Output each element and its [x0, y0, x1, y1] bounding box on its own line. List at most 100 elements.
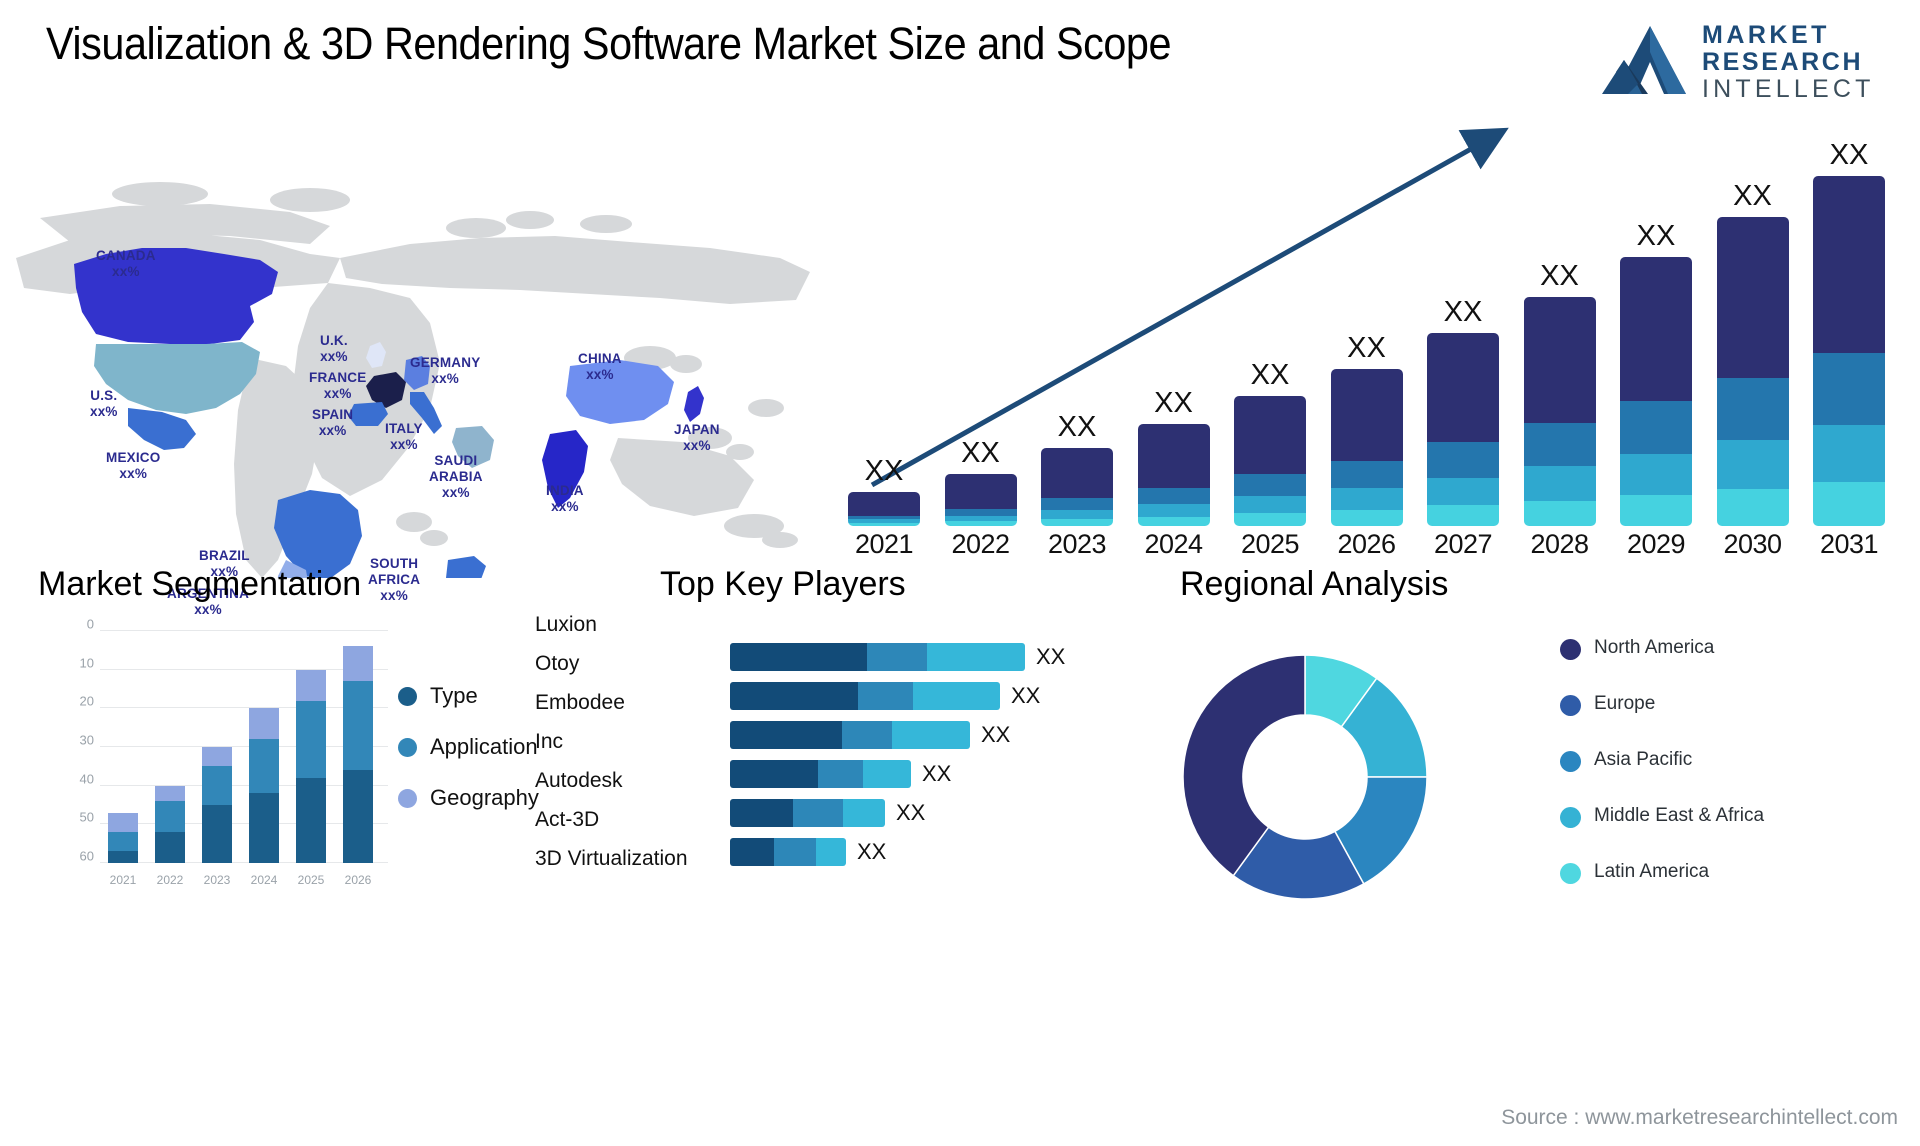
forecast-bar[interactable] [1620, 257, 1692, 526]
segmentation-x-tick: 2026 [344, 873, 372, 887]
forecast-year-label: 2031 [1819, 529, 1879, 559]
legend-label: Geography [430, 785, 539, 810]
forecast-bar-segment [1716, 439, 1789, 490]
forecast-bar-segment [1137, 504, 1210, 517]
player-bar-segment [867, 643, 927, 671]
segmentation-plot-area: 0 10 20 30 40 50 60 2021 2022 2023 2024 2025 2026 [68, 617, 388, 893]
forecast-bar[interactable] [1041, 447, 1113, 526]
forecast-bar[interactable] [1813, 176, 1885, 526]
forecast-bar-segment [1234, 496, 1306, 514]
forecast-bar-segment [1716, 377, 1789, 440]
segmentation-legend-item[interactable]: Geography [398, 785, 539, 811]
regional-legend-item[interactable]: North America [1560, 637, 1764, 682]
forecast-bar-value-label: XX [864, 454, 904, 487]
map-label-percent: xx% [320, 348, 348, 364]
forecast-bar-value-label: XX [1733, 180, 1772, 213]
segmentation-bar[interactable] [202, 747, 232, 863]
segmentation-bar-segment [296, 777, 326, 863]
player-name-label: Embodee [535, 691, 625, 714]
player-value-label: XX [896, 800, 926, 825]
forecast-bar-segment [1137, 488, 1210, 505]
segmentation-x-tick: 2022 [156, 873, 184, 887]
map-label-india: INDIA xx% [546, 483, 584, 515]
regional-legend-item[interactable]: Europe [1560, 693, 1764, 738]
map-label-percent: xx% [442, 484, 470, 500]
forecast-bar-segment [1716, 489, 1789, 526]
forecast-bar[interactable] [1523, 296, 1596, 527]
forecast-bar-segment [1620, 257, 1692, 401]
player-bar[interactable] [730, 760, 911, 788]
player-bar-segment [843, 799, 885, 827]
page-title: Visualization & 3D Rendering Software Ma… [46, 18, 1172, 69]
map-label-country: GERMANY [410, 355, 481, 370]
segmentation-y-tick: 30 [79, 732, 94, 748]
market-research-intellect-logo: MARKET RESEARCH INTELLECT [1602, 14, 1902, 106]
segmentation-bar-segment [202, 766, 232, 805]
forecast-bar-value-label: XX [1347, 331, 1386, 364]
player-bar[interactable] [730, 721, 970, 749]
player-name-label: Luxion [535, 613, 597, 636]
player-value-label: XX [857, 839, 887, 864]
segmentation-bar-segment [249, 708, 279, 740]
legend-label: Middle East & Africa [1594, 805, 1765, 826]
forecast-bar-value-label: XX [1154, 386, 1193, 419]
player-bar-segment [774, 838, 816, 866]
forecast-bar[interactable] [1330, 368, 1403, 526]
forecast-year-label: 2030 [1723, 529, 1782, 559]
logo-mountain-icon [1602, 26, 1686, 94]
forecast-bar[interactable] [1234, 396, 1306, 526]
forecast-bar[interactable] [1716, 217, 1789, 526]
forecast-bar-group: XX [1620, 136, 1692, 526]
forecast-bar[interactable] [1137, 423, 1210, 526]
segmentation-bar[interactable] [155, 785, 185, 863]
player-bar[interactable] [730, 838, 846, 866]
forecast-bar-segment [944, 474, 1017, 509]
forecast-bar-segment [1330, 460, 1403, 489]
regional-legend-item[interactable]: Latin America [1560, 861, 1764, 906]
regional-legend-item[interactable]: Middle East & Africa [1560, 805, 1764, 850]
logo-wordmark: MARKET RESEARCH INTELLECT [1702, 22, 1902, 103]
forecast-bar-segment [1523, 500, 1596, 526]
top-key-players-chart: Top Key Players Luxion Otoy Embodee Inc Auto… [530, 565, 1120, 925]
player-name-label: Autodesk [535, 769, 623, 792]
segmentation-bar[interactable] [343, 646, 373, 863]
segmentation-x-tick: 2023 [203, 873, 231, 887]
forecast-bar[interactable] [1427, 333, 1499, 526]
map-label-country: FRANCE [309, 370, 367, 385]
forecast-bar[interactable] [944, 474, 1017, 526]
forecast-bar-segment [1330, 509, 1403, 526]
regional-analysis-chart: Regional Analysis North America Europe Asi… [1150, 565, 1920, 945]
segmentation-bar[interactable] [296, 669, 326, 863]
segmentation-bar[interactable] [108, 812, 138, 863]
forecast-bar-segment [1523, 466, 1596, 501]
forecast-bar[interactable] [848, 491, 920, 526]
forecast-year-label: 2024 [1144, 529, 1203, 559]
forecast-bar-segment [944, 508, 1017, 516]
segmentation-bar-segment [202, 805, 232, 863]
player-bar[interactable] [730, 799, 885, 827]
segmentation-legend-item[interactable]: Application [398, 734, 539, 760]
legend-label: Asia Pacific [1594, 749, 1693, 770]
regional-legend-item[interactable]: Asia Pacific [1560, 749, 1764, 794]
forecast-bar-segment [1041, 519, 1113, 526]
segmentation-legend-item[interactable]: Type [398, 683, 539, 709]
legend-label: Type [430, 683, 478, 708]
player-value-label: XX [1036, 644, 1066, 669]
segmentation-bar-segment [249, 793, 279, 863]
player-bar[interactable] [730, 643, 1025, 671]
player-bar-segment [730, 643, 867, 671]
forecast-bar-segment [944, 521, 1017, 526]
forecast-bar-segment [1234, 396, 1306, 475]
map-label-japan: JAPAN xx% [674, 422, 720, 454]
player-name-label: Otoy [535, 652, 580, 675]
forecast-bar-group: XX [1427, 136, 1499, 526]
segmentation-bar[interactable] [249, 708, 279, 863]
segmentation-y-tick: 60 [79, 848, 94, 864]
forecast-bar-value-label: XX [1443, 296, 1483, 329]
map-label-percent: xx% [323, 385, 352, 401]
forecast-year-label: 2022 [951, 529, 1010, 559]
forecast-bar-segment [1427, 505, 1499, 526]
player-value-label: XX [1011, 683, 1041, 708]
player-bar[interactable] [730, 682, 1000, 710]
player-bar-segment [892, 721, 970, 749]
